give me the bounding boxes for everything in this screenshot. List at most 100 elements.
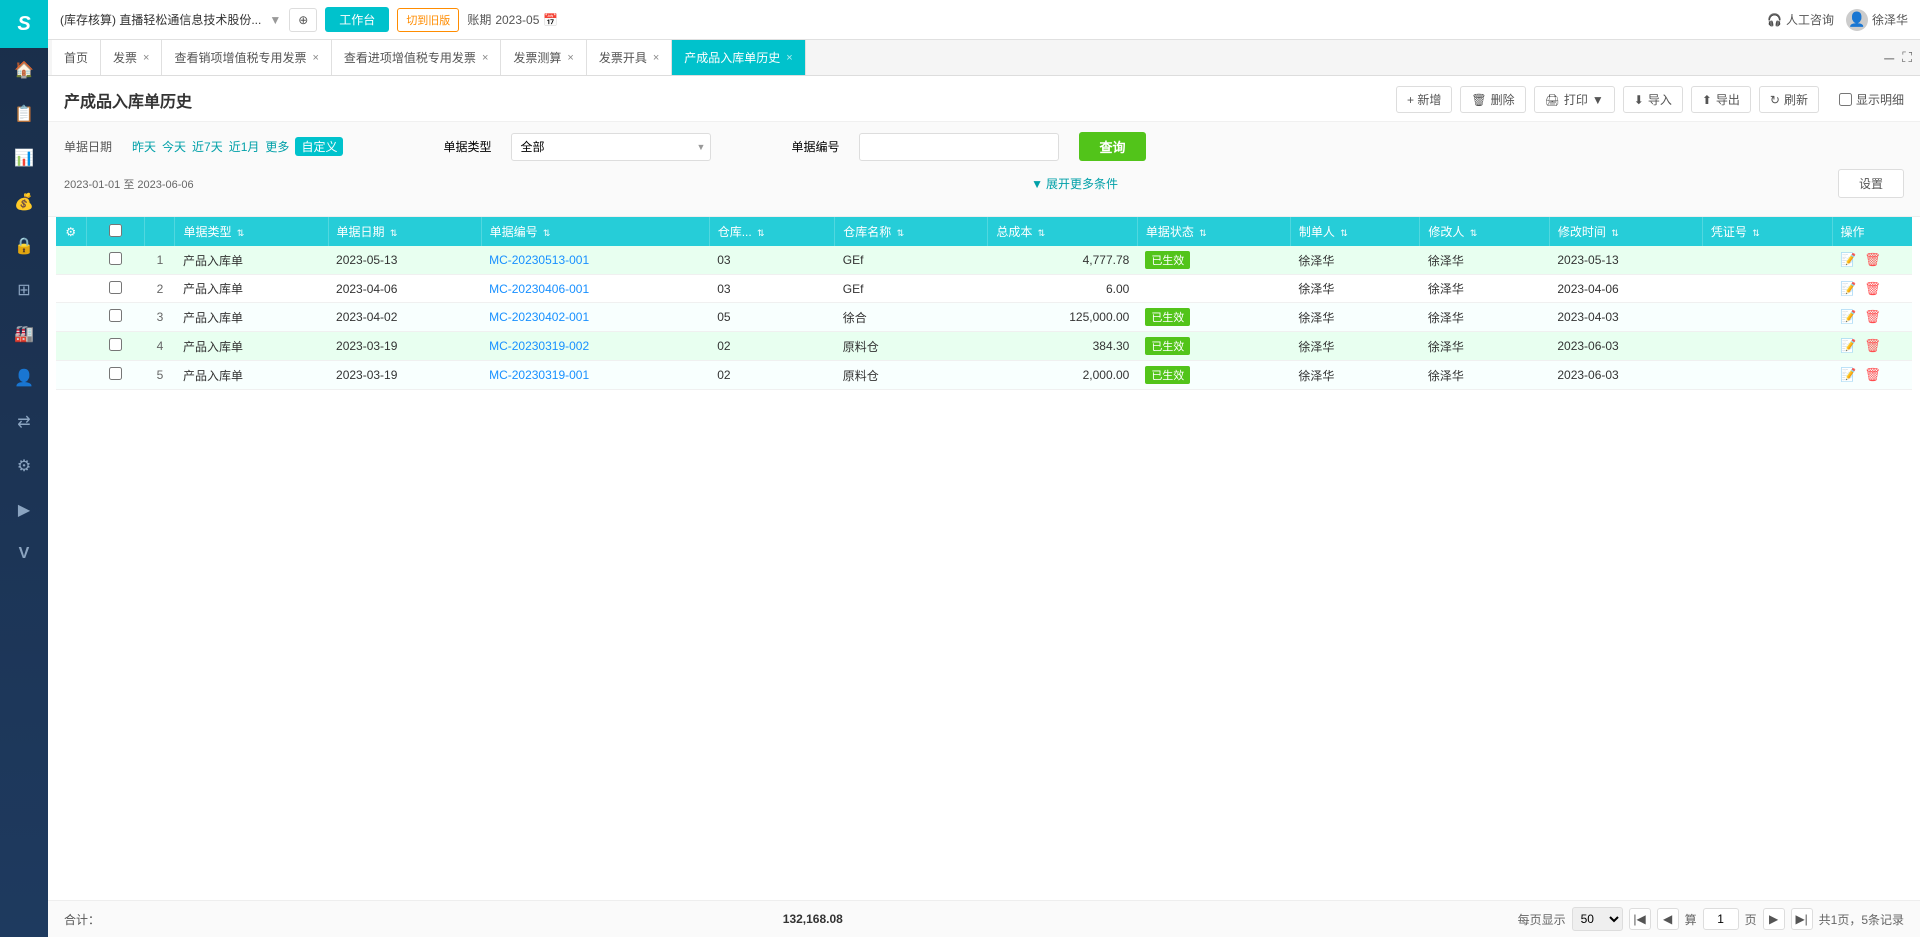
col-settings[interactable]: ⚙ (56, 217, 86, 246)
row-checkbox[interactable] (109, 367, 122, 380)
col-creator[interactable]: 制单人 ⇅ (1290, 217, 1419, 246)
column-settings-icon[interactable]: ⚙ (65, 225, 76, 239)
col-status[interactable]: 单据状态 ⇅ (1137, 217, 1290, 246)
row-delete-icon[interactable]: 🗑 (1864, 252, 1881, 268)
col-type[interactable]: 单据类型 ⇅ (175, 217, 328, 246)
tab-invoice-close[interactable]: × (143, 52, 149, 64)
col-number[interactable]: 单据编号 ⇅ (481, 217, 709, 246)
tab-sales-vat[interactable]: 查看销项增值税专用发票 × (162, 40, 331, 76)
shortcut-yesterday[interactable]: 昨天 (132, 138, 156, 155)
doc-number-link[interactable]: MC-20230406-001 (489, 282, 589, 296)
tab-invoice-calc[interactable]: 发票测算 × (501, 40, 586, 76)
shortcut-today[interactable]: 今天 (162, 138, 186, 155)
col-warehouse-code[interactable]: 仓库... ⇅ (709, 217, 835, 246)
col-total-cost[interactable]: 总成本 ⇅ (988, 217, 1137, 246)
calendar-icon[interactable]: 📅 (543, 13, 558, 27)
service-button[interactable]: 🎧 人工咨询 (1767, 11, 1834, 28)
sidebar-item-warehouse[interactable]: 🏭 (0, 312, 48, 356)
tab-invoice-issue[interactable]: 发票开具 × (587, 40, 672, 76)
col-date[interactable]: 单据日期 ⇅ (328, 217, 481, 246)
col-warehouse-name[interactable]: 仓库名称 ⇅ (835, 217, 988, 246)
page-prev-btn[interactable]: ◀ (1657, 908, 1679, 930)
workbench-button[interactable]: 工作台 (325, 7, 389, 32)
user-menu[interactable]: 👤 徐泽华 (1846, 9, 1908, 31)
display-toggle[interactable]: 显示明细 (1839, 91, 1904, 108)
export-button[interactable]: ⬆ 导出 (1691, 86, 1751, 113)
row-edit-icon[interactable]: 📝 (1840, 281, 1856, 297)
tab-product-history[interactable]: 产成品入库单历史 × (672, 40, 805, 76)
sidebar-item-doc[interactable]: 📋 (0, 92, 48, 136)
delete-button[interactable]: 🗑 删除 (1460, 86, 1525, 113)
row-wcode-cell: 02 (709, 361, 835, 390)
display-toggle-checkbox[interactable] (1839, 93, 1852, 106)
row-delete-icon[interactable]: 🗑 (1864, 367, 1881, 383)
row-delete-icon[interactable]: 🗑 (1864, 281, 1881, 297)
tab-home[interactable]: 首页 (52, 40, 101, 76)
select-all-checkbox[interactable] (109, 224, 122, 237)
row-checkbox[interactable] (109, 252, 122, 265)
sidebar-item-settings[interactable]: ⚙ (0, 444, 48, 488)
row-delete-icon[interactable]: 🗑 (1864, 338, 1881, 354)
tab-invoice-calc-label: 发票测算 (513, 49, 561, 66)
shortcut-7days[interactable]: 近7天 (192, 138, 223, 155)
tab-product-history-close[interactable]: × (786, 52, 792, 64)
col-modifier[interactable]: 修改人 ⇅ (1420, 217, 1549, 246)
col-voucher[interactable]: 凭证号 ⇅ (1702, 217, 1832, 246)
doc-number-link[interactable]: MC-20230319-001 (489, 368, 589, 382)
query-button[interactable]: 查询 (1079, 132, 1145, 161)
page-next-btn[interactable]: ▶ (1763, 908, 1785, 930)
tab-purchase-vat-close[interactable]: × (482, 52, 488, 64)
row-edit-icon[interactable]: 📝 (1840, 367, 1856, 383)
window-minimize-btn[interactable]: ─ (1884, 50, 1894, 66)
print-button[interactable]: 🖨 打印 ▼ (1534, 86, 1615, 113)
sidebar-item-home[interactable]: 🏠 (0, 48, 48, 92)
page-size-select[interactable]: 50 100 200 (1572, 907, 1623, 931)
sidebar-item-lock[interactable]: 🔒 (0, 224, 48, 268)
row-edit-icon[interactable]: 📝 (1840, 252, 1856, 268)
row-action-icons: 📝 🗑 (1840, 309, 1904, 325)
switch-old-btn[interactable]: 切到旧版 (397, 8, 459, 32)
import-button[interactable]: ⬇ 导入 (1623, 86, 1683, 113)
sidebar-item-v[interactable]: V (0, 532, 48, 576)
new-button[interactable]: + 新增 (1396, 86, 1452, 113)
shortcut-more[interactable]: 更多 (265, 138, 289, 155)
tab-invoice[interactable]: 发票 × (101, 40, 162, 76)
row-edit-icon[interactable]: 📝 (1840, 309, 1856, 325)
sidebar-item-money[interactable]: 💰 (0, 180, 48, 224)
shortcut-custom[interactable]: 自定义 (295, 137, 343, 156)
sidebar-item-grid[interactable]: ⊞ (0, 268, 48, 312)
tab-sales-vat-close[interactable]: × (312, 52, 318, 64)
page-input[interactable] (1703, 908, 1739, 930)
table-body: 1 产品入库单 2023-05-13 MC-20230513-001 03 GE… (56, 246, 1912, 390)
col-modify-time[interactable]: 修改时间 ⇅ (1549, 217, 1702, 246)
row-checkbox[interactable] (109, 281, 122, 294)
refresh-button[interactable]: ↻ 刷新 (1759, 86, 1819, 113)
row-status-cell: 已生效 (1137, 361, 1290, 390)
shortcut-1month[interactable]: 近1月 (229, 138, 260, 155)
page-last-btn[interactable]: ▶| (1791, 908, 1813, 930)
doc-number-link[interactable]: MC-20230513-001 (489, 253, 589, 267)
tab-purchase-vat[interactable]: 查看进项增值税专用发票 × (332, 40, 501, 76)
number-input[interactable] (859, 133, 1059, 161)
sidebar-item-exchange[interactable]: ⇄ (0, 400, 48, 444)
doc-number-link[interactable]: MC-20230402-001 (489, 310, 589, 324)
sidebar-item-person[interactable]: 👤 (0, 356, 48, 400)
page-first-btn[interactable]: |◀ (1629, 908, 1651, 930)
copy-btn[interactable]: ⊕ (289, 8, 317, 32)
expand-filter-btn[interactable]: ▼ 展开更多条件 (1031, 175, 1118, 192)
row-settings-cell (56, 275, 86, 303)
row-checkbox[interactable] (109, 309, 122, 322)
row-edit-icon[interactable]: 📝 (1840, 338, 1856, 354)
set-button[interactable]: 设置 (1838, 169, 1904, 198)
type-select[interactable]: 全部 产品入库单 (511, 133, 711, 161)
row-date-cell: 2023-03-19 (328, 361, 481, 390)
row-checkbox[interactable] (109, 338, 122, 351)
tab-invoice-issue-close[interactable]: × (653, 52, 659, 64)
row-delete-icon[interactable]: 🗑 (1864, 309, 1881, 325)
sidebar-item-chart[interactable]: 📊 (0, 136, 48, 180)
tab-invoice-calc-close[interactable]: × (567, 52, 573, 64)
window-expand-btn[interactable]: ⛶ (1902, 49, 1912, 66)
row-wcode-cell: 03 (709, 275, 835, 303)
doc-number-link[interactable]: MC-20230319-002 (489, 339, 589, 353)
sidebar-item-play[interactable]: ▶ (0, 488, 48, 532)
